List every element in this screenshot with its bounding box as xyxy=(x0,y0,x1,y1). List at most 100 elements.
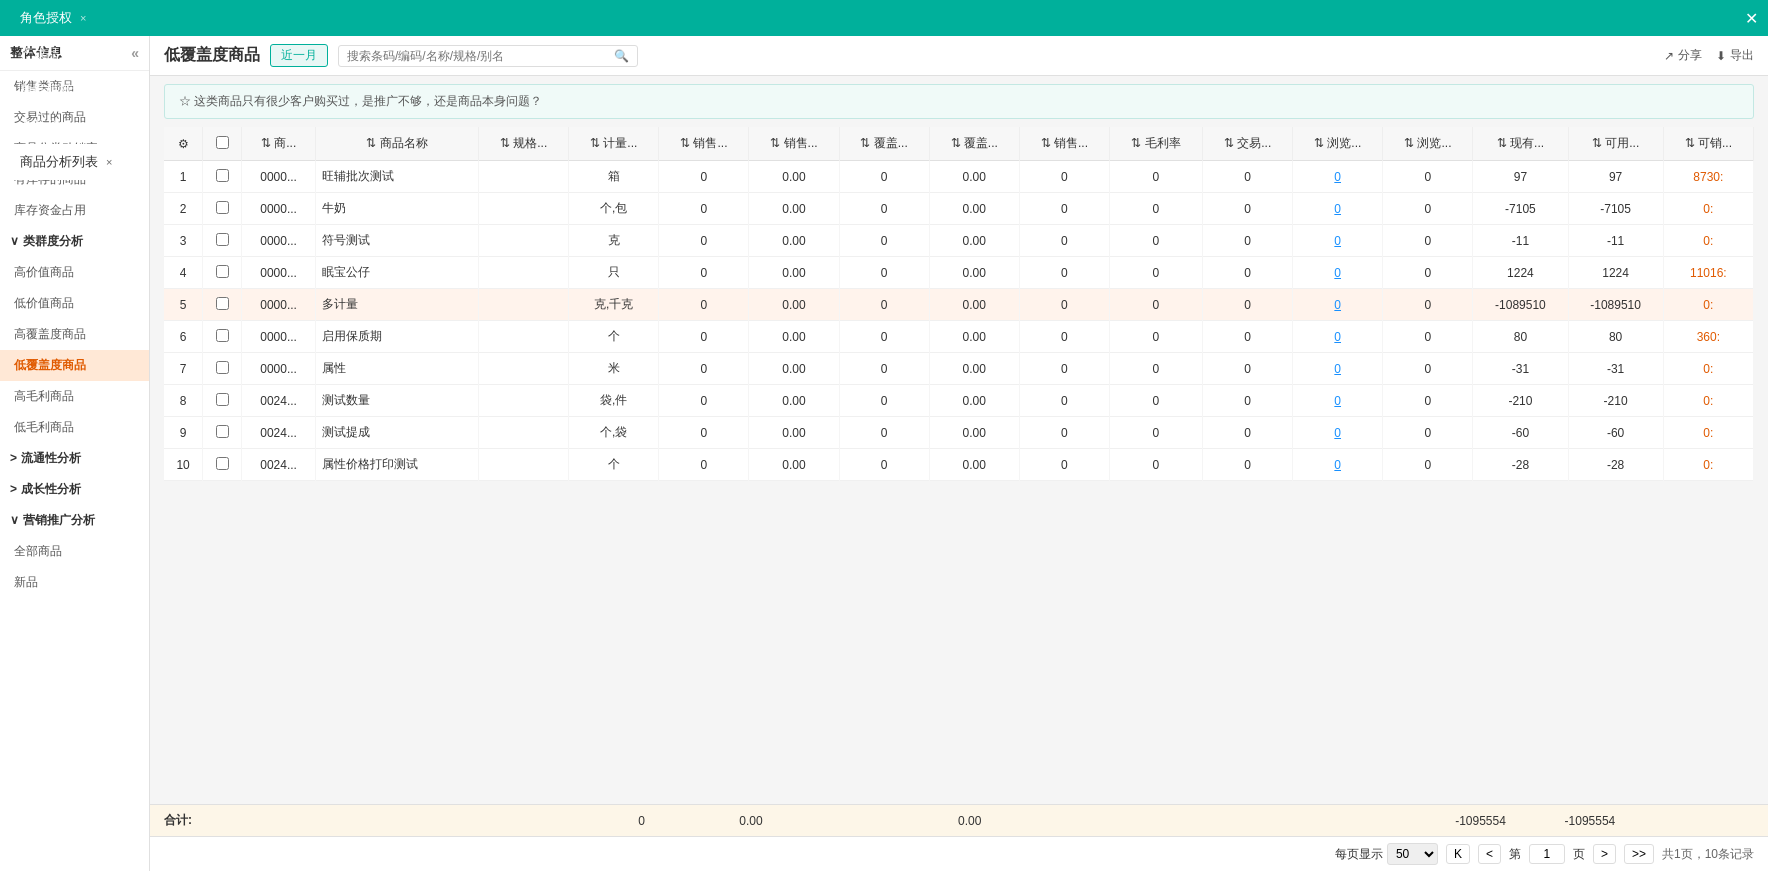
header-actions: ↗ 分享 ⬇ 导出 xyxy=(1664,47,1754,64)
nav-tab-商品分析[interactable]: 商品分析× xyxy=(8,108,124,144)
search-icon[interactable]: 🔍 xyxy=(614,49,629,63)
sidebar-section-14[interactable]: ∨营销推广分析 xyxy=(0,505,149,536)
period-button[interactable]: 近一月 xyxy=(270,44,328,67)
cell-13[interactable]: 0 xyxy=(1293,353,1383,385)
col-header-trade[interactable]: ⇅ 交易... xyxy=(1202,127,1292,161)
col-header-current[interactable]: ⇅ 现有... xyxy=(1473,127,1568,161)
footer-spacer3 xyxy=(1024,814,1426,828)
cell-6: 0 xyxy=(659,417,749,449)
per-page-dropdown[interactable]: 102050100 xyxy=(1387,843,1438,865)
col-header-browse2[interactable]: ⇅ 浏览... xyxy=(1383,127,1473,161)
col-header-sales2[interactable]: ⇅ 销售... xyxy=(1019,127,1109,161)
cell-13[interactable]: 0 xyxy=(1293,289,1383,321)
sidebar-item-11[interactable]: 低毛利商品 xyxy=(0,412,149,443)
row-checkbox[interactable] xyxy=(216,393,229,406)
col-header-available[interactable]: ⇅ 可用... xyxy=(1568,127,1663,161)
nav-tab-商品分析列表[interactable]: 商品分析列表× xyxy=(8,144,124,180)
row-checkbox[interactable] xyxy=(216,169,229,182)
cell-6: 0 xyxy=(659,353,749,385)
select-all-checkbox[interactable] xyxy=(216,136,229,149)
col-header-unit[interactable]: ⇅ 计量... xyxy=(569,127,659,161)
nav-tab-close-角色授权[interactable]: × xyxy=(80,12,86,24)
first-page-button[interactable]: K xyxy=(1446,844,1470,864)
col-header-code[interactable]: ⇅ 商... xyxy=(241,127,315,161)
cell-5: 米 xyxy=(569,353,659,385)
col-header-name[interactable]: ⇅ 商品名称 xyxy=(316,127,479,161)
cell-4 xyxy=(479,449,569,481)
table-row: 40000...眠宝公仔只00.0000.0000000122412241101… xyxy=(164,257,1754,289)
cell-3: 测试提成 xyxy=(316,417,479,449)
cell-13[interactable]: 0 xyxy=(1293,193,1383,225)
col-header-gross_rate[interactable]: ⇅ 毛利率 xyxy=(1109,127,1202,161)
col-header-sales_count[interactable]: ⇅ 销售... xyxy=(659,127,749,161)
cell-13[interactable]: 0 xyxy=(1293,385,1383,417)
footer-spacer1 xyxy=(234,814,587,828)
cell-9: 0.00 xyxy=(929,449,1019,481)
last-page-button[interactable]: >> xyxy=(1624,844,1654,864)
col-header-saleable[interactable]: ⇅ 可销... xyxy=(1663,127,1753,161)
next-page-button[interactable]: > xyxy=(1593,844,1616,864)
row-checkbox[interactable] xyxy=(216,361,229,374)
export-button[interactable]: ⬇ 导出 xyxy=(1716,47,1754,64)
nav-tab-close-产成品入库单[interactable]: × xyxy=(106,48,112,60)
row-checkbox[interactable] xyxy=(216,201,229,214)
cell-1 xyxy=(203,193,242,225)
sidebar-collapse-button[interactable]: « xyxy=(131,45,139,61)
sidebar-item-10[interactable]: 高毛利商品 xyxy=(0,381,149,412)
col-header-coverage1[interactable]: ⇅ 覆盖... xyxy=(839,127,929,161)
prev-page-button[interactable]: < xyxy=(1478,844,1501,864)
cell-4 xyxy=(479,289,569,321)
cell-13[interactable]: 0 xyxy=(1293,225,1383,257)
nav-tab-close-商品分析列表[interactable]: × xyxy=(106,156,112,168)
sidebar-item-9[interactable]: 低覆盖度商品 xyxy=(0,350,149,381)
cell-13[interactable]: 0 xyxy=(1293,321,1383,353)
cell-14: 0 xyxy=(1383,289,1473,321)
cell-12: 0 xyxy=(1202,225,1292,257)
cell-15: 1224 xyxy=(1473,257,1568,289)
sidebar-section-13[interactable]: >成长性分析 xyxy=(0,474,149,505)
cell-13[interactable]: 0 xyxy=(1293,257,1383,289)
cell-0: 5 xyxy=(164,289,203,321)
row-checkbox[interactable] xyxy=(216,329,229,342)
cell-17: 0: xyxy=(1663,353,1753,385)
sidebar-item-16[interactable]: 新品 xyxy=(0,567,149,598)
page-text2: 页 xyxy=(1573,846,1585,863)
share-button[interactable]: ↗ 分享 xyxy=(1664,47,1702,64)
row-checkbox[interactable] xyxy=(216,297,229,310)
cell-14: 0 xyxy=(1383,385,1473,417)
col-header-sales_amount[interactable]: ⇅ 销售... xyxy=(749,127,839,161)
sidebar-item-7[interactable]: 低价值商品 xyxy=(0,288,149,319)
sidebar-item-8[interactable]: 高覆盖度商品 xyxy=(0,319,149,350)
cell-15: -31 xyxy=(1473,353,1568,385)
nav-tab-单据模板设置[interactable]: 单据模板设置× xyxy=(8,72,124,108)
cell-12: 0 xyxy=(1202,353,1292,385)
sidebar-section-12[interactable]: >流通性分析 xyxy=(0,443,149,474)
nav-tab-close-单据模板设置[interactable]: × xyxy=(106,84,112,96)
col-header-browse1[interactable]: ⇅ 浏览... xyxy=(1293,127,1383,161)
row-checkbox[interactable] xyxy=(216,425,229,438)
nav-tab-产成品入库单[interactable]: 产成品入库单× xyxy=(8,36,124,72)
search-input[interactable] xyxy=(347,49,608,63)
row-checkbox[interactable] xyxy=(216,265,229,278)
close-all-button[interactable]: ✕ xyxy=(1745,9,1758,28)
sidebar-item-4[interactable]: 库存资金占用 xyxy=(0,195,149,226)
row-checkbox[interactable] xyxy=(216,457,229,470)
current-page-input[interactable] xyxy=(1529,844,1565,864)
cell-13[interactable]: 0 xyxy=(1293,449,1383,481)
nav-tab-角色授权[interactable]: 角色授权× xyxy=(8,0,124,36)
sidebar-section-5[interactable]: ∨类群度分析 xyxy=(0,226,149,257)
col-header-coverage2[interactable]: ⇅ 覆盖... xyxy=(929,127,1019,161)
cell-15: -210 xyxy=(1473,385,1568,417)
col-header-spec[interactable]: ⇅ 规格... xyxy=(479,127,569,161)
col-header-settings: ⚙ xyxy=(164,127,203,161)
cell-11: 0 xyxy=(1109,353,1202,385)
sidebar-item-15[interactable]: 全部商品 xyxy=(0,536,149,567)
table-wrapper[interactable]: ⚙⇅ 商...⇅ 商品名称⇅ 规格...⇅ 计量...⇅ 销售...⇅ 销售..… xyxy=(150,127,1768,804)
sidebar-item-6[interactable]: 高价值商品 xyxy=(0,257,149,288)
cell-13[interactable]: 0 xyxy=(1293,417,1383,449)
cell-13[interactable]: 0 xyxy=(1293,161,1383,193)
cell-11: 0 xyxy=(1109,161,1202,193)
nav-tab-close-商品分析[interactable]: × xyxy=(80,120,86,132)
cell-5: 个 xyxy=(569,449,659,481)
row-checkbox[interactable] xyxy=(216,233,229,246)
